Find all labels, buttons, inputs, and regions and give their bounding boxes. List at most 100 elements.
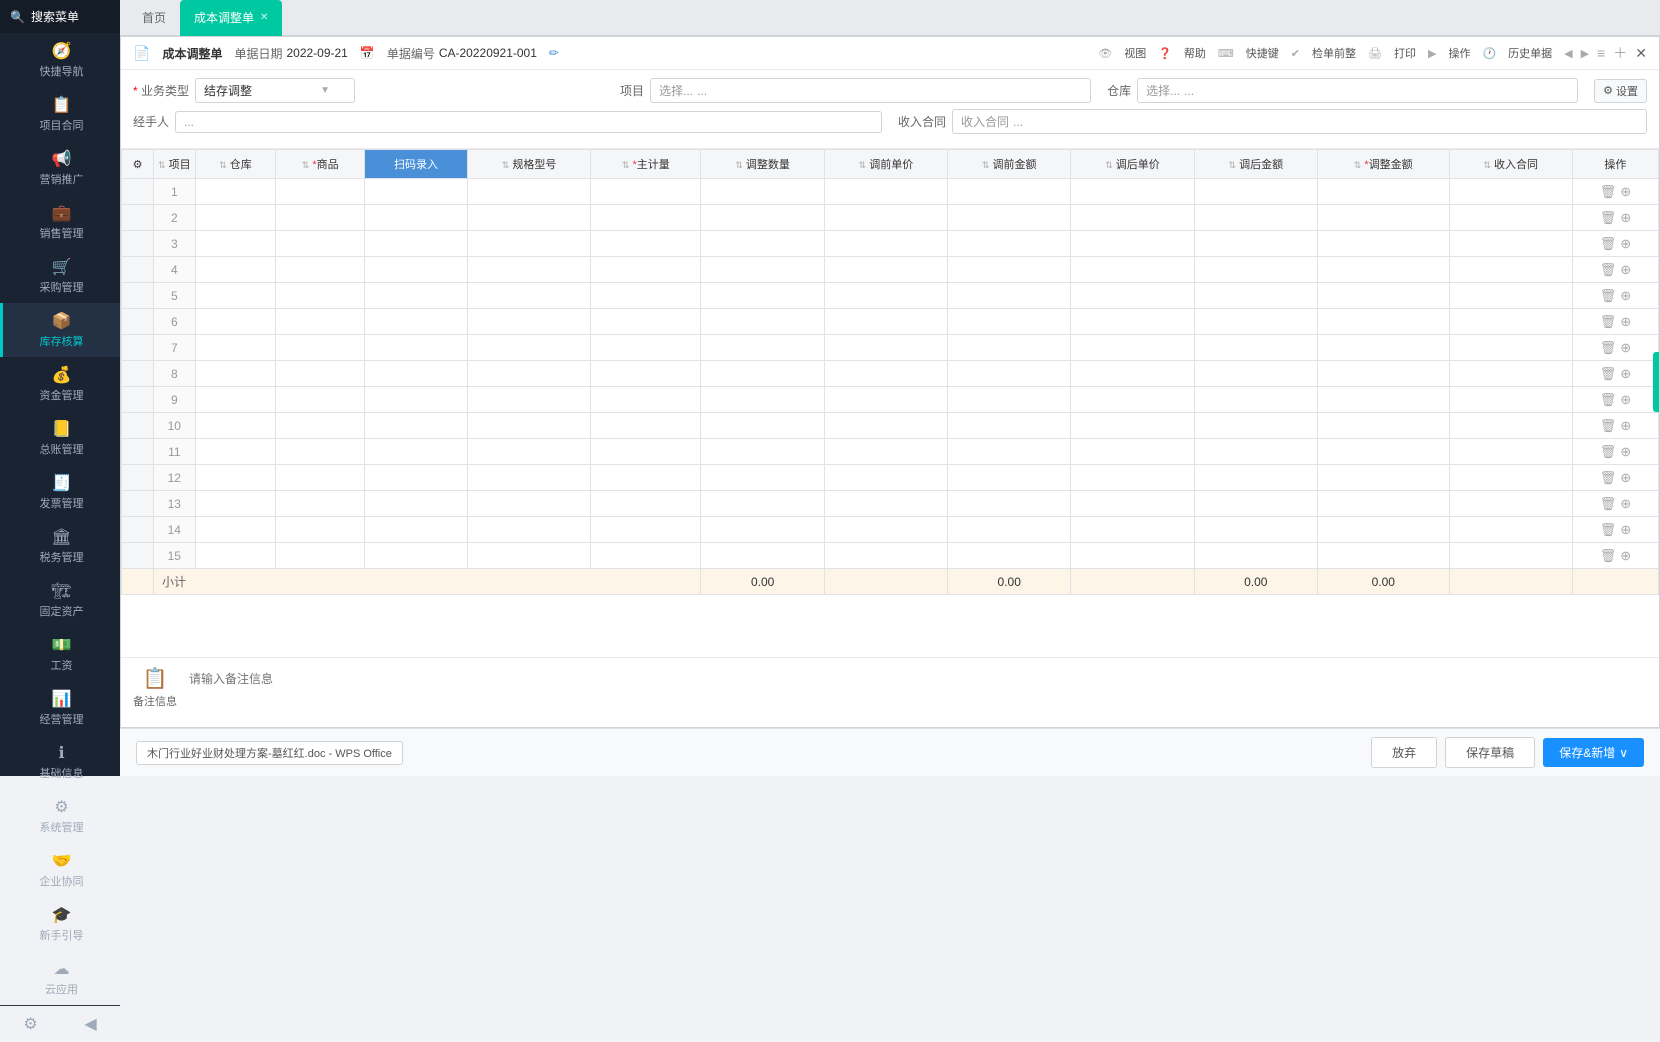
row-warehouse-9[interactable]	[195, 387, 276, 413]
row-scan-14[interactable]	[365, 517, 468, 543]
row-warehouse-1[interactable]	[195, 179, 276, 205]
row-post-amount-4[interactable]	[1194, 257, 1317, 283]
row-income-contract-4[interactable]	[1449, 257, 1572, 283]
row-pre-unit-price-15[interactable]	[824, 543, 947, 569]
nav-prev-btn[interactable]: ◀	[1564, 47, 1572, 60]
row-goods-5[interactable]	[276, 283, 365, 309]
row-unit-4[interactable]	[591, 257, 701, 283]
row-goods-7[interactable]	[276, 335, 365, 361]
row-goods-2[interactable]	[276, 205, 365, 231]
row-goods-14[interactable]	[276, 517, 365, 543]
delete-icon-6[interactable]: 🗑	[1600, 314, 1617, 330]
row-unit-10[interactable]	[591, 413, 701, 439]
save-draft-button[interactable]: 保存草稿	[1445, 737, 1535, 768]
notes-icon-block[interactable]: 📋 备注信息	[133, 666, 177, 709]
row-pre-amount-13[interactable]	[948, 491, 1071, 517]
sidebar-item-invoice-mgmt[interactable]: 🧾 发票管理	[0, 465, 120, 519]
settings-icon[interactable]: ⚙	[23, 1014, 37, 1034]
row-adj-qty-13[interactable]	[701, 491, 824, 517]
row-post-amount-9[interactable]	[1194, 387, 1317, 413]
row-post-unit-price-14[interactable]	[1071, 517, 1194, 543]
sidebar-item-sales-promotion[interactable]: 📢 营销推广	[0, 141, 120, 195]
row-adj-qty-14[interactable]	[701, 517, 824, 543]
row-post-unit-price-7[interactable]	[1071, 335, 1194, 361]
row-scan-11[interactable]	[365, 439, 468, 465]
row-post-unit-price-8[interactable]	[1071, 361, 1194, 387]
row-scan-12[interactable]	[365, 465, 468, 491]
row-unit-13[interactable]	[591, 491, 701, 517]
row-warehouse-4[interactable]	[195, 257, 276, 283]
sidebar-item-tax-mgmt[interactable]: 🏛 税务管理	[0, 519, 120, 573]
row-goods-15[interactable]	[276, 543, 365, 569]
row-spec-10[interactable]	[467, 413, 590, 439]
row-adj-qty-10[interactable]	[701, 413, 824, 439]
row-pre-amount-9[interactable]	[948, 387, 1071, 413]
row-scan-1[interactable]	[365, 179, 468, 205]
delete-icon-13[interactable]: 🗑	[1600, 496, 1617, 512]
project-input[interactable]: 选择... ...	[650, 78, 1091, 103]
copy-icon-1[interactable]: ⊕	[1620, 184, 1631, 200]
row-post-amount-10[interactable]	[1194, 413, 1317, 439]
row-post-unit-price-10[interactable]	[1071, 413, 1194, 439]
row-pre-amount-1[interactable]	[948, 179, 1071, 205]
row-spec-9[interactable]	[467, 387, 590, 413]
row-post-amount-11[interactable]	[1194, 439, 1317, 465]
row-post-unit-price-9[interactable]	[1071, 387, 1194, 413]
income-contract-input[interactable]: 收入合同 ...	[952, 109, 1647, 134]
row-spec-3[interactable]	[467, 231, 590, 257]
row-income-contract-14[interactable]	[1449, 517, 1572, 543]
row-goods-4[interactable]	[276, 257, 365, 283]
row-income-contract-10[interactable]	[1449, 413, 1572, 439]
row-pre-unit-price-12[interactable]	[824, 465, 947, 491]
row-unit-15[interactable]	[591, 543, 701, 569]
row-warehouse-11[interactable]	[195, 439, 276, 465]
row-adj-amount-10[interactable]	[1317, 413, 1449, 439]
row-pre-unit-price-2[interactable]	[824, 205, 947, 231]
row-income-contract-7[interactable]	[1449, 335, 1572, 361]
row-scan-15[interactable]	[365, 543, 468, 569]
row-pre-unit-price-8[interactable]	[824, 361, 947, 387]
row-spec-2[interactable]	[467, 205, 590, 231]
row-pre-unit-price-14[interactable]	[824, 517, 947, 543]
search-menu[interactable]: 🔍 搜索菜单	[0, 0, 120, 33]
row-unit-6[interactable]	[591, 309, 701, 335]
row-spec-13[interactable]	[467, 491, 590, 517]
nav-next-btn[interactable]: ▶	[1581, 47, 1589, 60]
delete-icon-7[interactable]: 🗑	[1600, 340, 1617, 356]
row-goods-9[interactable]	[276, 387, 365, 413]
copy-icon-3[interactable]: ⊕	[1620, 236, 1631, 252]
sidebar-item-payroll[interactable]: 💵 工资	[0, 627, 120, 681]
right-edge-handle[interactable]	[1653, 352, 1659, 412]
tab-home[interactable]: 首页	[128, 0, 180, 36]
row-spec-14[interactable]	[467, 517, 590, 543]
row-adj-amount-7[interactable]	[1317, 335, 1449, 361]
row-adj-amount-15[interactable]	[1317, 543, 1449, 569]
row-income-contract-2[interactable]	[1449, 205, 1572, 231]
row-post-unit-price-5[interactable]	[1071, 283, 1194, 309]
row-pre-amount-15[interactable]	[948, 543, 1071, 569]
row-unit-7[interactable]	[591, 335, 701, 361]
row-adj-amount-11[interactable]	[1317, 439, 1449, 465]
tab-cost-adjust[interactable]: 成本调整单 ✕	[180, 0, 282, 36]
row-goods-10[interactable]	[276, 413, 365, 439]
row-income-contract-12[interactable]	[1449, 465, 1572, 491]
row-adj-amount-13[interactable]	[1317, 491, 1449, 517]
row-pre-amount-11[interactable]	[948, 439, 1071, 465]
row-post-unit-price-2[interactable]	[1071, 205, 1194, 231]
sidebar-item-fixed-assets[interactable]: 🏗 固定资产	[0, 573, 120, 627]
operate-btn[interactable]: 操作	[1444, 43, 1474, 63]
row-scan-3[interactable]	[365, 231, 468, 257]
row-income-contract-9[interactable]	[1449, 387, 1572, 413]
row-spec-8[interactable]	[467, 361, 590, 387]
delete-icon-9[interactable]: 🗑	[1600, 392, 1617, 408]
copy-icon-10[interactable]: ⊕	[1620, 418, 1631, 434]
row-adj-qty-15[interactable]	[701, 543, 824, 569]
row-post-amount-14[interactable]	[1194, 517, 1317, 543]
copy-icon-8[interactable]: ⊕	[1620, 366, 1631, 382]
row-post-amount-12[interactable]	[1194, 465, 1317, 491]
row-income-contract-5[interactable]	[1449, 283, 1572, 309]
row-warehouse-6[interactable]	[195, 309, 276, 335]
row-spec-15[interactable]	[467, 543, 590, 569]
delete-icon-5[interactable]: 🗑	[1600, 288, 1617, 304]
row-unit-9[interactable]	[591, 387, 701, 413]
